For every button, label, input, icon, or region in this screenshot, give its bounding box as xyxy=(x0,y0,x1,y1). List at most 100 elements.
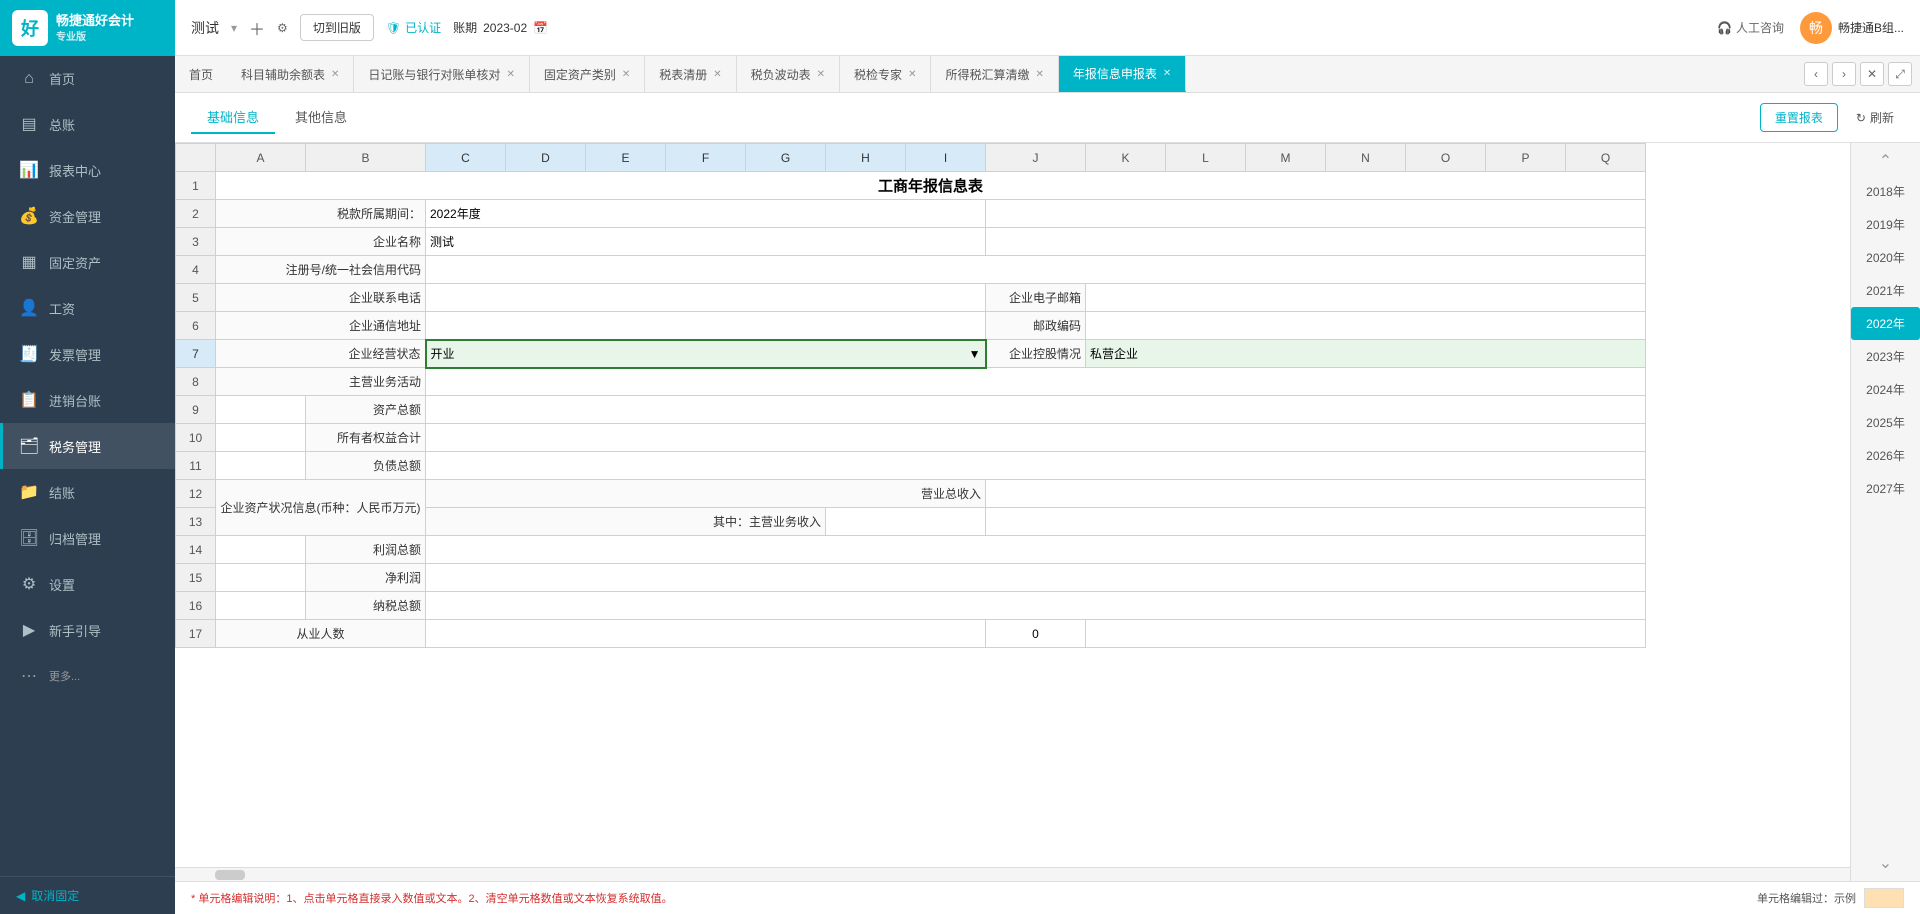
switch-old-version-button[interactable]: 切到旧版 xyxy=(300,14,374,41)
tab-auxiliary[interactable]: 科目辅助余额表 ✕ xyxy=(227,56,354,92)
sidebar-item-salary[interactable]: 👤 工资 xyxy=(0,285,175,331)
col-header-P[interactable]: P xyxy=(1486,144,1566,172)
cell-5-C[interactable] xyxy=(426,284,986,312)
cell-17-C[interactable] xyxy=(426,620,986,648)
topbar-gear-icon[interactable]: ⚙ xyxy=(277,21,288,35)
year-item-2019[interactable]: 2019年 xyxy=(1851,208,1920,241)
sidebar-item-purchase[interactable]: 📋 进销台账 xyxy=(0,377,175,423)
tab-close-icon[interactable]: ✕ xyxy=(1035,69,1043,80)
cell-2-C[interactable]: 2022年度 xyxy=(426,200,986,228)
horizontal-scrollbar[interactable] xyxy=(175,867,1850,881)
tab-tax-expert[interactable]: 税检专家 ✕ xyxy=(840,56,931,92)
tab-fixed-assets[interactable]: 固定资产类别 ✕ xyxy=(530,56,645,92)
cell-4-C[interactable] xyxy=(426,256,1646,284)
col-header-K[interactable]: K xyxy=(1086,144,1166,172)
col-header-C[interactable]: C xyxy=(426,144,506,172)
cell-16-B[interactable]: 纳税总额 xyxy=(306,592,426,620)
year-item-2027[interactable]: 2027年 xyxy=(1851,472,1920,505)
tab-close-icon[interactable]: ✕ xyxy=(506,69,514,80)
tab-close-icon[interactable]: ✕ xyxy=(1163,68,1171,79)
tab-annual-report[interactable]: 年报信息申报表 ✕ xyxy=(1059,56,1186,92)
cell-9-C[interactable] xyxy=(426,396,1646,424)
reset-report-button[interactable]: 重置报表 xyxy=(1760,103,1838,132)
col-header-Q[interactable]: Q xyxy=(1566,144,1646,172)
cell-9-B[interactable]: 资产总额 xyxy=(306,396,426,424)
year-item-2025[interactable]: 2025年 xyxy=(1851,406,1920,439)
cell-15-C[interactable] xyxy=(426,564,1646,592)
cell-4-A[interactable]: 注册号/统一社会信用代码 xyxy=(216,256,426,284)
year-item-2026[interactable]: 2026年 xyxy=(1851,439,1920,472)
year-item-2018[interactable]: 2018年 xyxy=(1851,175,1920,208)
col-header-H[interactable]: H xyxy=(826,144,906,172)
cell-14-B[interactable]: 利润总额 xyxy=(306,536,426,564)
cell-7-A[interactable]: 企业经营状态 xyxy=(216,340,426,368)
cell-5-A[interactable]: 企业联系电话 xyxy=(216,284,426,312)
tab-income-tax[interactable]: 所得税汇算清缴 ✕ xyxy=(931,56,1058,92)
sidebar-item-assets[interactable]: ▦ 固定资产 xyxy=(0,239,175,285)
cell-14-C[interactable] xyxy=(426,536,1646,564)
sidebar-item-reports[interactable]: 📊 报表中心 xyxy=(0,147,175,193)
tab-close-icon[interactable]: ✕ xyxy=(622,69,630,80)
sidebar-item-archive[interactable]: 🗄 归档管理 xyxy=(0,515,175,561)
cell-6-A[interactable]: 企业通信地址 xyxy=(216,312,426,340)
cell-6-C[interactable] xyxy=(426,312,986,340)
tab-close-icon[interactable]: ✕ xyxy=(713,69,721,80)
cell-6-K[interactable] xyxy=(1086,312,1646,340)
tab-journal[interactable]: 日记账与银行对账单核对 ✕ xyxy=(354,56,529,92)
support-button[interactable]: 🎧 人工咨询 xyxy=(1717,19,1784,36)
year-panel-down-icon[interactable]: ⌄ xyxy=(1879,853,1892,873)
cell-1-title[interactable]: 工商年报信息表 xyxy=(216,172,1646,200)
cell-16-C[interactable] xyxy=(426,592,1646,620)
tab-home[interactable]: 首页 xyxy=(175,58,227,91)
cell-17-A[interactable]: 从业人数 xyxy=(216,620,426,648)
tab-close-icon[interactable]: ✕ xyxy=(817,69,825,80)
cell-3-C[interactable]: 测试 xyxy=(426,228,986,256)
refresh-button[interactable]: ↻ 刷新 xyxy=(1846,103,1904,132)
user-menu[interactable]: 畅 畅捷通B组... xyxy=(1800,12,1904,44)
cell-3-A[interactable]: 企业名称 xyxy=(216,228,426,256)
sidebar-item-ledger[interactable]: ▤ 总账 xyxy=(0,101,175,147)
sidebar-item-tax[interactable]: 🗂 税务管理 xyxy=(0,423,175,469)
cell-12-J[interactable] xyxy=(986,480,1646,508)
sidebar-item-close[interactable]: 📁 结账 xyxy=(0,469,175,515)
sidebar-item-finance[interactable]: 💰 资金管理 xyxy=(0,193,175,239)
tab-close-all-btn[interactable]: ✕ xyxy=(1860,62,1884,86)
tab-close-icon[interactable]: ✕ xyxy=(908,69,916,80)
topbar-add-icon[interactable]: ＋ xyxy=(249,16,265,40)
sub-tab-other[interactable]: 其他信息 xyxy=(279,101,363,134)
col-header-D[interactable]: D xyxy=(506,144,586,172)
cell-6-J[interactable]: 邮政编码 xyxy=(986,312,1086,340)
cell-7-K[interactable]: 私营企业 xyxy=(1086,340,1646,368)
sidebar-item-guide[interactable]: ▶ 新手引导 xyxy=(0,607,175,653)
col-header-L[interactable]: L xyxy=(1166,144,1246,172)
tab-expand-btn[interactable]: ⤢ xyxy=(1888,62,1912,86)
year-item-2021[interactable]: 2021年 xyxy=(1851,274,1920,307)
year-panel-up-icon[interactable]: ⌃ xyxy=(1879,151,1892,171)
tab-prev-btn[interactable]: ‹ xyxy=(1804,62,1828,86)
cell-7-C-dropdown[interactable]: 开业 ▼ xyxy=(426,340,986,368)
col-header-B[interactable]: B xyxy=(306,144,426,172)
cell-8-A[interactable]: 主营业务活动 xyxy=(216,368,426,396)
tab-close-icon[interactable]: ✕ xyxy=(331,69,339,80)
col-header-O[interactable]: O xyxy=(1406,144,1486,172)
cell-12-C[interactable]: 营业总收入 xyxy=(426,480,986,508)
sidebar-item-settings[interactable]: ⚙ 设置 xyxy=(0,561,175,607)
col-header-I[interactable]: I xyxy=(906,144,986,172)
sidebar-unfix-btn[interactable]: ◀ 取消固定 xyxy=(0,876,175,914)
cell-10-B[interactable]: 所有者权益合计 xyxy=(306,424,426,452)
sidebar-item-invoice[interactable]: 🧾 发票管理 xyxy=(0,331,175,377)
dropdown-arrow-icon[interactable]: ▼ xyxy=(969,347,981,361)
year-item-2022[interactable]: 2022年 xyxy=(1851,307,1920,340)
col-header-M[interactable]: M xyxy=(1246,144,1326,172)
cell-13-C[interactable]: 其中：主营业务收入 xyxy=(426,508,826,536)
cell-11-B[interactable]: 负债总额 xyxy=(306,452,426,480)
cell-13-J[interactable] xyxy=(986,508,1646,536)
col-header-G[interactable]: G xyxy=(746,144,826,172)
cell-5-J[interactable]: 企业电子邮箱 xyxy=(986,284,1086,312)
col-header-N[interactable]: N xyxy=(1326,144,1406,172)
col-header-E[interactable]: E xyxy=(586,144,666,172)
year-item-2024[interactable]: 2024年 xyxy=(1851,373,1920,406)
cell-13-H[interactable] xyxy=(826,508,986,536)
cell-5-K[interactable] xyxy=(1086,284,1646,312)
cell-7-J[interactable]: 企业控股情况 xyxy=(986,340,1086,368)
